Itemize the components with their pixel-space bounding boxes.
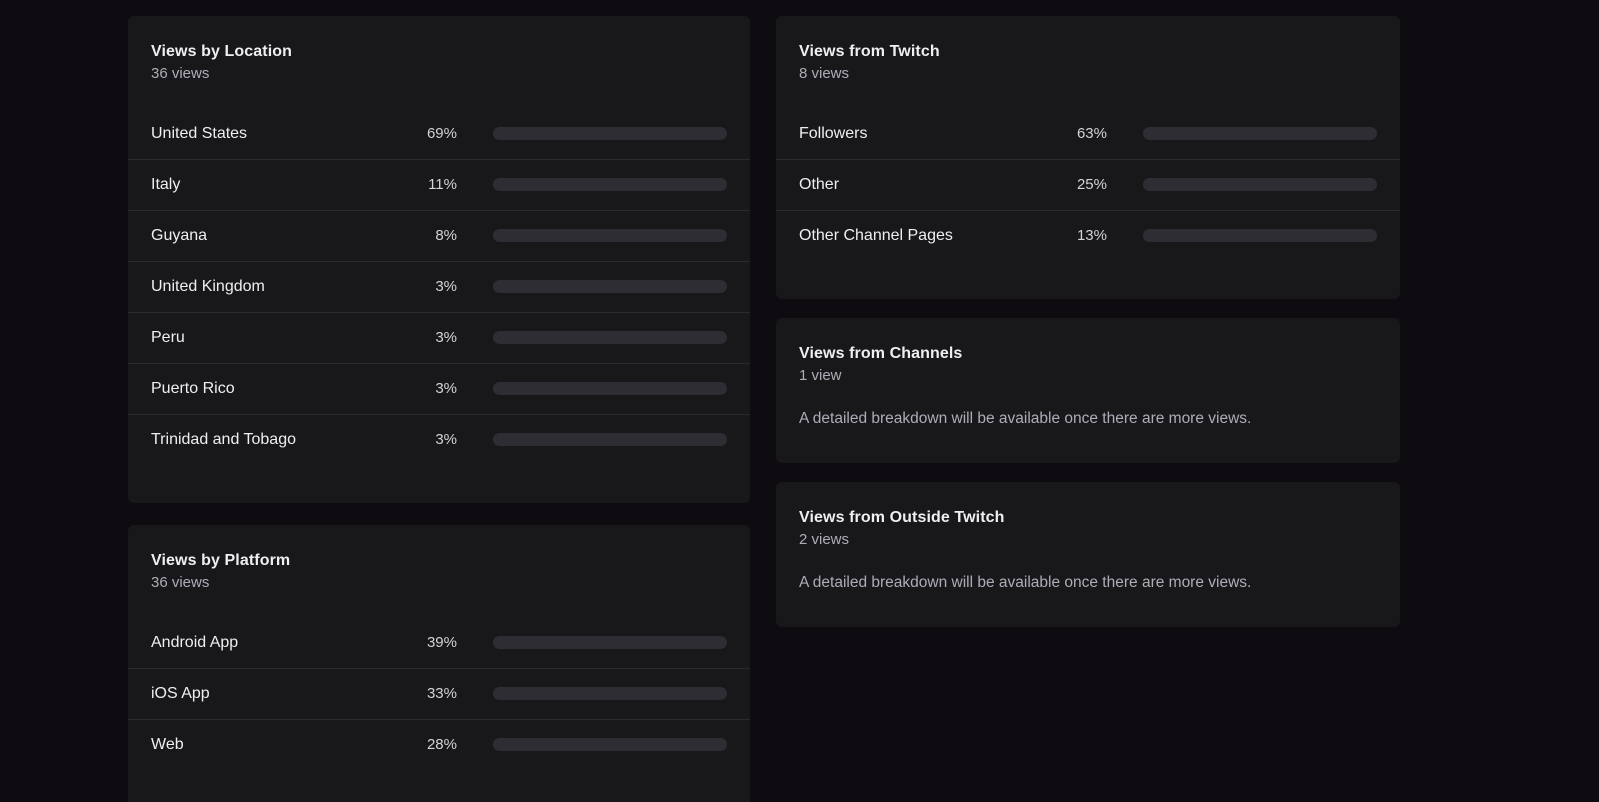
empty-state-views-from-outside-twitch: A detailed breakdown will be available o… [776, 550, 1400, 627]
table-row[interactable]: iOS App 33% [128, 668, 750, 719]
row-percent: 39% [426, 633, 457, 651]
table-row[interactable]: Other 25% [776, 159, 1400, 210]
row-label: United Kingdom [151, 277, 265, 295]
card-views-from-channels: Views from Channels 1 view A detailed br… [776, 318, 1400, 463]
right-column: Views from Twitch 8 views Followers 63% … [776, 16, 1400, 627]
left-column: Views by Location 36 views United States… [128, 16, 750, 802]
empty-state-message: A detailed breakdown will be available o… [799, 410, 1252, 427]
table-row[interactable]: Peru 3% [128, 312, 750, 363]
bar-track [493, 687, 727, 700]
card-title: Views by Platform [151, 552, 291, 569]
card-title: Views from Channels [799, 345, 963, 362]
row-percent: 63% [1076, 124, 1107, 142]
table-row[interactable]: Other Channel Pages 13% [776, 210, 1400, 261]
table-row[interactable]: Web 28% [128, 719, 750, 770]
card-header-views-from-channels: Views from Channels 1 view [776, 318, 1400, 386]
card-header-views-from-outside-twitch: Views from Outside Twitch 2 views [776, 482, 1400, 550]
row-percent: 25% [1076, 175, 1107, 193]
card-subtitle: 8 views [799, 65, 850, 82]
table-row[interactable]: Trinidad and Tobago 3% [128, 414, 750, 465]
card-subtitle: 1 view [799, 367, 842, 384]
row-label: Italy [151, 175, 181, 193]
row-percent: 3% [435, 379, 457, 397]
row-percent: 3% [435, 430, 457, 448]
row-label: Other Channel Pages [799, 226, 953, 244]
empty-state-views-from-channels: A detailed breakdown will be available o… [776, 386, 1400, 463]
row-label: Trinidad and Tobago [151, 430, 296, 448]
card-views-from-twitch: Views from Twitch 8 views Followers 63% … [776, 16, 1400, 299]
bar-track [1143, 178, 1377, 191]
table-row[interactable]: United Kingdom 3% [128, 261, 750, 312]
bar-track [1143, 229, 1377, 242]
row-percent: 3% [435, 328, 457, 346]
card-header-views-by-platform: Views by Platform 36 views [128, 525, 750, 593]
card-header-views-by-location: Views by Location 36 views [128, 16, 750, 84]
table-row[interactable]: Android App 39% [128, 617, 750, 668]
card-header-views-from-twitch: Views from Twitch 8 views [776, 16, 1400, 84]
table-row[interactable]: Followers 63% [776, 108, 1400, 159]
row-percent: 28% [426, 735, 457, 753]
row-label: iOS App [151, 684, 210, 702]
row-percent: 11% [428, 175, 457, 193]
bar-list-views-by-platform: Android App 39% iOS App 33% Web 28% [128, 617, 750, 802]
row-percent: 3% [435, 277, 457, 295]
row-label: Puerto Rico [151, 379, 235, 397]
row-label: Other [799, 175, 840, 193]
row-percent: 33% [426, 684, 457, 702]
analytics-page: Views by Location 36 views United States… [0, 0, 1599, 802]
bar-track [493, 178, 727, 191]
card-views-from-outside-twitch: Views from Outside Twitch 2 views A deta… [776, 482, 1400, 627]
card-title: Views from Outside Twitch [799, 509, 1005, 526]
bar-list-views-from-twitch: Followers 63% Other 25% Other Channel Pa… [776, 108, 1400, 299]
row-percent: 69% [426, 124, 457, 142]
row-label: Guyana [151, 226, 208, 244]
bar-track [493, 636, 727, 649]
row-percent: 8% [435, 226, 457, 244]
card-subtitle: 36 views [151, 574, 210, 591]
card-subtitle: 36 views [151, 65, 210, 82]
bar-track [493, 433, 727, 446]
bar-track [493, 229, 727, 242]
bar-track [493, 382, 727, 395]
empty-state-message: A detailed breakdown will be available o… [799, 574, 1252, 591]
table-row[interactable]: Guyana 8% [128, 210, 750, 261]
row-label: Followers [799, 124, 868, 142]
row-label: United States [151, 124, 248, 142]
row-label: Peru [151, 328, 185, 346]
row-label: Web [151, 735, 184, 753]
bar-track [493, 127, 727, 140]
row-label: Android App [151, 633, 239, 651]
card-title: Views from Twitch [799, 43, 940, 60]
card-title: Views by Location [151, 43, 292, 60]
bar-track [493, 331, 727, 344]
table-row[interactable]: Italy 11% [128, 159, 750, 210]
card-views-by-platform: Views by Platform 36 views Android App 3… [128, 525, 750, 802]
bar-track [1143, 127, 1377, 140]
table-row[interactable]: United States 69% [128, 108, 750, 159]
bar-track [493, 738, 727, 751]
card-views-by-location: Views by Location 36 views United States… [128, 16, 750, 503]
row-percent: 13% [1076, 226, 1107, 244]
card-subtitle: 2 views [799, 531, 850, 548]
bar-list-views-by-location: United States 69% Italy 11% Guyana 8% Un… [128, 108, 750, 503]
bar-track [493, 280, 727, 293]
table-row[interactable]: Puerto Rico 3% [128, 363, 750, 414]
